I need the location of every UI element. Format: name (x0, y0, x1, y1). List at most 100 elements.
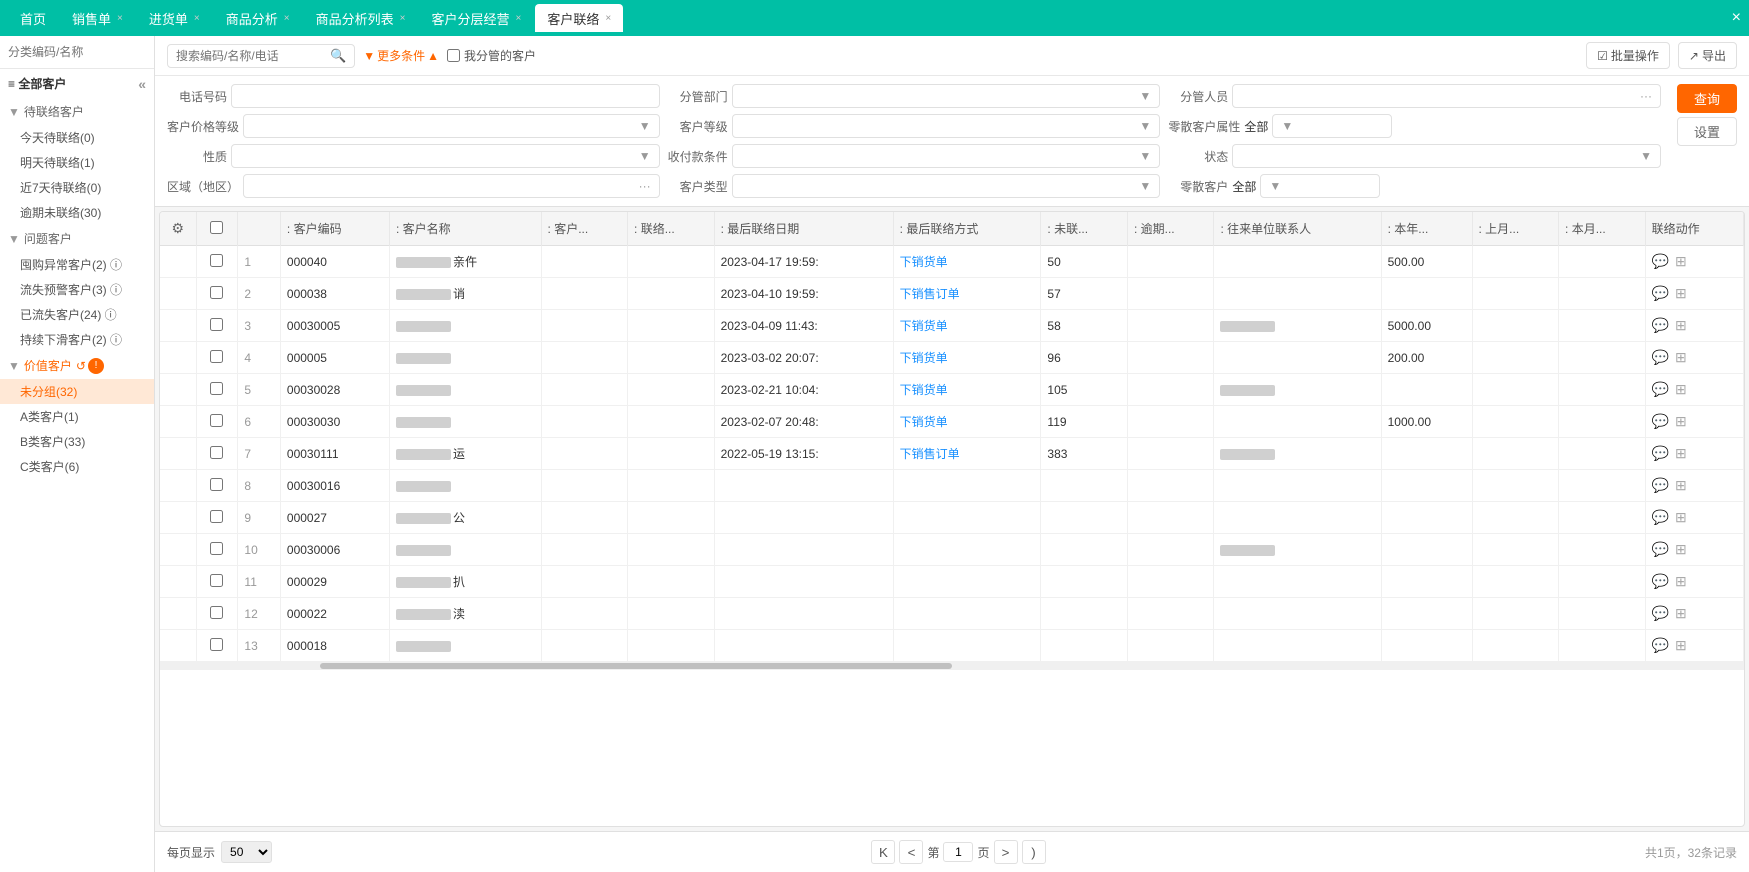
chat-icon[interactable]: 💬 (1652, 413, 1669, 430)
scrollbar-thumb[interactable] (320, 663, 952, 669)
row-checkbox[interactable] (196, 502, 238, 534)
sidebar-group-problem-customers[interactable]: ▼ 问题客户 (0, 225, 154, 252)
grid-icon[interactable]: ⊞ (1675, 381, 1687, 398)
nav-tab-customer-segment[interactable]: 客户分层经营 × (419, 4, 533, 32)
name-column-header[interactable]: : 客户名称 (389, 212, 541, 246)
chat-icon[interactable]: 💬 (1652, 381, 1669, 398)
grid-icon[interactable]: ⊞ (1675, 317, 1687, 334)
prev-page-button[interactable]: < (899, 840, 923, 864)
filter-nature-select[interactable]: ▼ (231, 144, 660, 168)
grid-icon[interactable]: ⊞ (1675, 637, 1687, 654)
chat-icon[interactable]: 💬 (1652, 317, 1669, 334)
this-month-column-header[interactable]: : 本月... (1559, 212, 1646, 246)
last-contact-date-column-header[interactable]: : 最后联络日期 (714, 212, 893, 246)
nav-tab-home[interactable]: 首页 (8, 9, 58, 28)
grid-icon[interactable]: ⊞ (1675, 445, 1687, 462)
query-button[interactable]: 查询 (1677, 84, 1737, 113)
filter-status-select[interactable]: ▼ (1232, 144, 1661, 168)
sidebar-item-abnormal-purchase[interactable]: 囤购异常客户(2) ⓘ (0, 252, 154, 277)
settings-column-header[interactable]: ⚙ (160, 212, 196, 246)
filter-retail-customer-select[interactable]: ▼ (1260, 174, 1380, 198)
row-checkbox[interactable] (196, 598, 238, 630)
code-column-header[interactable]: : 客户编码 (280, 212, 389, 246)
nav-tab-product-list[interactable]: 商品分析列表 × (304, 4, 418, 32)
checkbox-column-header[interactable] (196, 212, 238, 246)
grid-icon[interactable]: ⊞ (1675, 605, 1687, 622)
chat-icon[interactable]: 💬 (1652, 285, 1669, 302)
close-customer-segment-tab[interactable]: × (515, 13, 521, 24)
sidebar-item-today-pending[interactable]: 今天待联络(0) (0, 125, 154, 150)
last-contact-type-column-header[interactable]: : 最后联络方式 (893, 212, 1041, 246)
grid-icon[interactable]: ⊞ (1675, 541, 1687, 558)
more-conditions-button[interactable]: ▼ 更多条件 ▲ (363, 47, 439, 64)
nav-tab-customer-contact[interactable]: 客户联络 × (535, 4, 623, 32)
filter-person-select[interactable]: ··· (1232, 84, 1661, 108)
sidebar-item-7days-pending[interactable]: 近7天待联络(0) (0, 175, 154, 200)
sidebar-group-value-customers[interactable]: ▼ 价值客户 ↺ ! (0, 352, 154, 379)
dots-icon-2[interactable]: ··· (639, 179, 651, 193)
sidebar-all-customers[interactable]: ≡ 全部客户 « (0, 69, 154, 98)
export-button[interactable]: ↗ 导出 (1678, 42, 1737, 69)
next-page-button[interactable]: > (994, 840, 1018, 864)
close-purchase-tab[interactable]: × (194, 13, 200, 24)
refresh-icon[interactable]: ↺ (76, 359, 86, 373)
row-checkbox[interactable] (196, 310, 238, 342)
filter-payment-select[interactable]: ▼ (732, 144, 1161, 168)
chat-icon[interactable]: 💬 (1652, 605, 1669, 622)
first-page-button[interactable]: K (871, 840, 895, 864)
sidebar-search-input[interactable] (8, 45, 155, 59)
sidebar-item-class-a[interactable]: A类客户(1) (0, 404, 154, 429)
contact-column-header[interactable]: : 联络... (628, 212, 715, 246)
overdue-column-header[interactable]: : 逾期... (1127, 212, 1214, 246)
row-checkbox[interactable] (196, 630, 238, 662)
sidebar-item-class-c[interactable]: C类客户(6) (0, 454, 154, 479)
row-checkbox[interactable] (196, 374, 238, 406)
chat-icon[interactable]: 💬 (1652, 349, 1669, 366)
chat-icon[interactable]: 💬 (1652, 509, 1669, 526)
sidebar-item-churn-warning[interactable]: 流失预警客户(3) ⓘ (0, 277, 154, 302)
close-sales-tab[interactable]: × (117, 13, 123, 24)
gear-icon[interactable]: ⚙ (171, 220, 184, 236)
per-page-select[interactable]: 50 100 (221, 841, 272, 863)
chat-icon[interactable]: 💬 (1652, 637, 1669, 654)
sidebar-item-class-b[interactable]: B类客户(33) (0, 429, 154, 454)
filter-customer-type-select[interactable]: ▼ (732, 174, 1161, 198)
nav-tab-purchase[interactable]: 进货单 × (137, 4, 212, 32)
filter-customer-level-select[interactable]: ▼ (732, 114, 1161, 138)
row-checkbox[interactable] (196, 246, 238, 278)
filter-price-level-select[interactable]: ▼ (243, 114, 660, 138)
dots-icon[interactable]: ··· (1640, 89, 1652, 103)
last-page-button[interactable]: ) (1022, 840, 1046, 864)
grid-icon[interactable]: ⊞ (1675, 509, 1687, 526)
chat-icon[interactable]: 💬 (1652, 253, 1669, 270)
contact-person-column-header[interactable]: : 往来单位联系人 (1214, 212, 1381, 246)
grid-icon[interactable]: ⊞ (1675, 477, 1687, 494)
nav-tab-product-analysis[interactable]: 商品分析 × (214, 4, 302, 32)
sidebar-item-churned[interactable]: 已流失客户(24) ⓘ (0, 302, 154, 327)
grid-icon[interactable]: ⊞ (1675, 285, 1687, 302)
type-column-header[interactable]: : 客户... (541, 212, 628, 246)
sidebar-item-overdue-contact[interactable]: 逾期未联络(30) (0, 200, 154, 225)
sidebar-group-pending-contact[interactable]: ▼ 待联络客户 (0, 98, 154, 125)
sidebar-collapse-button[interactable]: « (138, 76, 146, 92)
reset-button[interactable]: 设置 (1677, 117, 1737, 146)
chat-icon[interactable]: 💬 (1652, 541, 1669, 558)
nav-tab-sales[interactable]: 销售单 × (60, 4, 135, 32)
grid-icon[interactable]: ⊞ (1675, 253, 1687, 270)
close-product-list-tab[interactable]: × (400, 13, 406, 24)
row-checkbox[interactable] (196, 470, 238, 502)
this-year-column-header[interactable]: : 本年... (1381, 212, 1472, 246)
my-customers-filter[interactable]: 我分管的客户 (447, 47, 536, 64)
filter-phone-input[interactable] (231, 84, 660, 108)
grid-icon[interactable]: ⊞ (1675, 413, 1687, 430)
current-page-input[interactable] (943, 842, 973, 862)
sidebar-item-tomorrow-pending[interactable]: 明天待联络(1) (0, 150, 154, 175)
close-window-button[interactable]: × (1732, 9, 1741, 27)
filter-region-select[interactable]: ··· (243, 174, 660, 198)
row-checkbox[interactable] (196, 278, 238, 310)
chat-icon[interactable]: 💬 (1652, 573, 1669, 590)
chat-icon[interactable]: 💬 (1652, 477, 1669, 494)
filter-dept-select[interactable]: ▼ (732, 84, 1161, 108)
grid-icon[interactable]: ⊞ (1675, 349, 1687, 366)
row-checkbox[interactable] (196, 342, 238, 374)
